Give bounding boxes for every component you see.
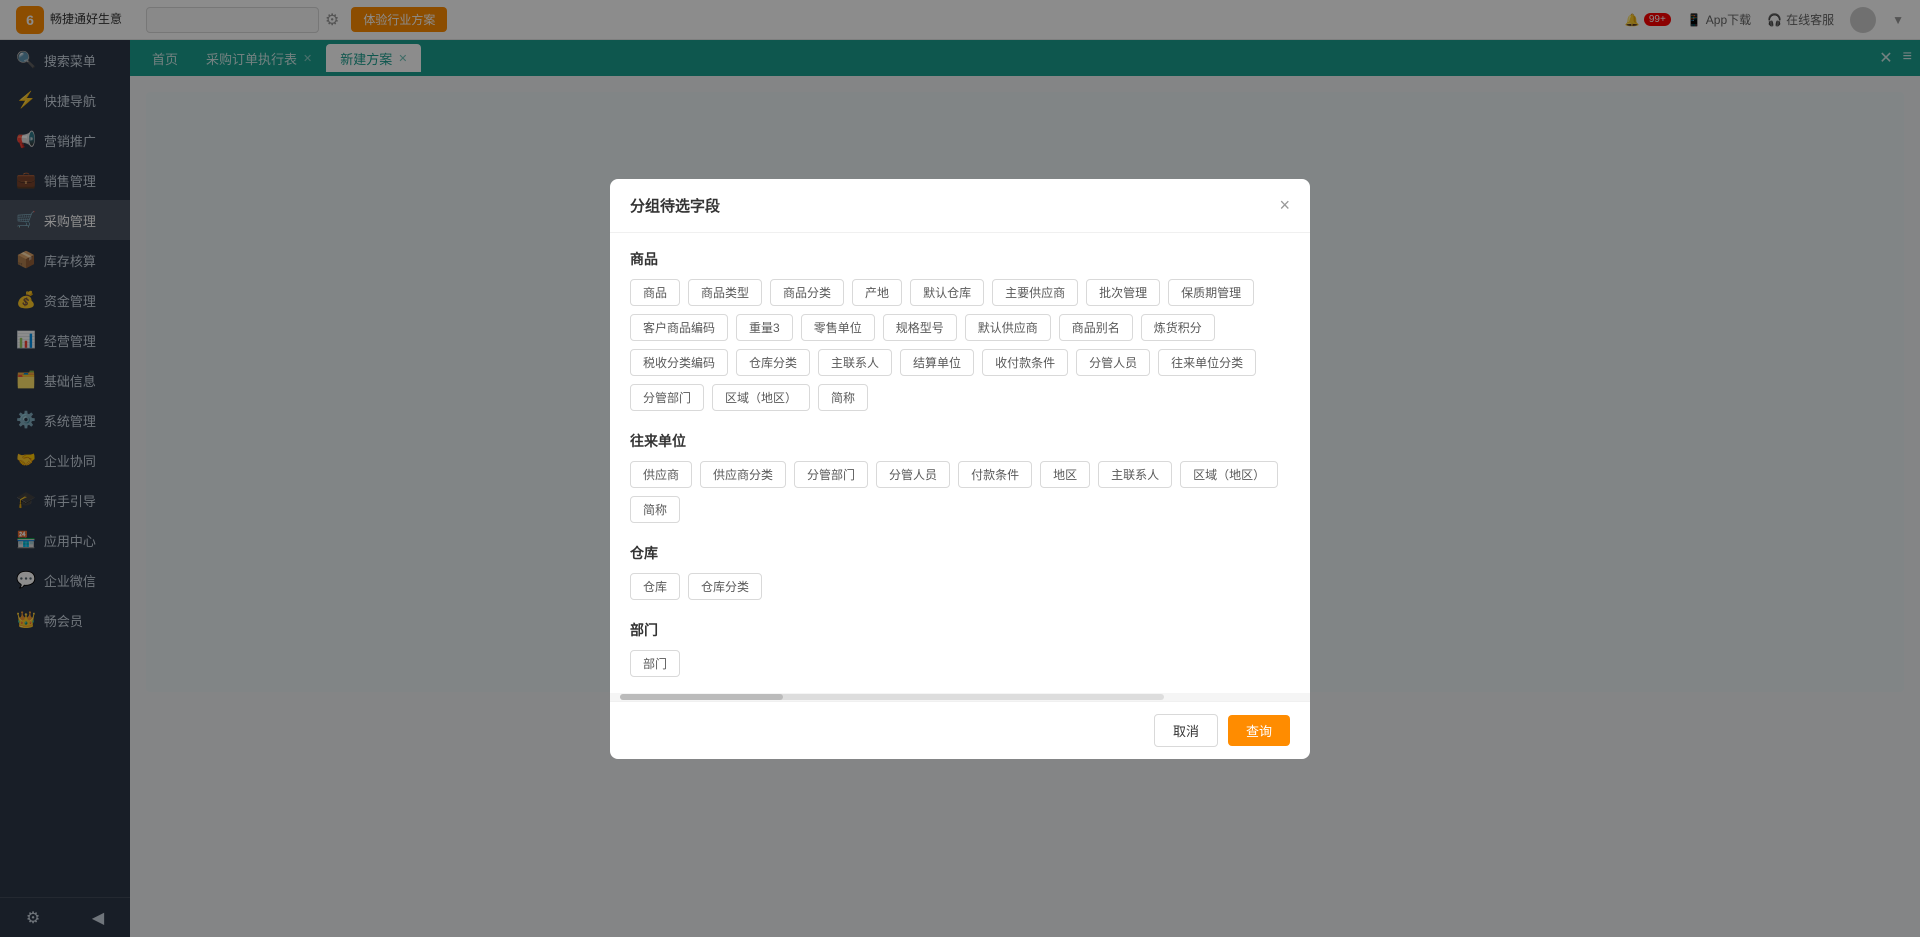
field-group-title-1: 往来单位	[630, 431, 1290, 451]
field-tag-3-0[interactable]: 部门	[630, 650, 680, 677]
modal-overlay: 分组待选字段 × 商品商品商品类型商品分类产地默认仓库主要供应商批次管理保质期管…	[0, 0, 1920, 937]
field-tag-0-6[interactable]: 批次管理	[1086, 279, 1160, 306]
field-tag-0-17[interactable]: 主联系人	[818, 349, 892, 376]
field-tag-1-4[interactable]: 付款条件	[958, 461, 1032, 488]
field-tag-0-10[interactable]: 零售单位	[801, 314, 875, 341]
field-tag-0-2[interactable]: 商品分类	[770, 279, 844, 306]
field-tag-1-2[interactable]: 分管部门	[794, 461, 868, 488]
field-tag-0-23[interactable]: 区域（地区）	[712, 384, 810, 411]
field-tag-0-0[interactable]: 商品	[630, 279, 680, 306]
field-tag-1-3[interactable]: 分管人员	[876, 461, 950, 488]
field-tag-1-5[interactable]: 地区	[1040, 461, 1090, 488]
modal-footer: 取消 查询	[610, 701, 1310, 759]
field-group-2: 仓库仓库仓库分类	[630, 543, 1290, 600]
field-tag-1-7[interactable]: 区域（地区）	[1180, 461, 1278, 488]
field-tag-0-18[interactable]: 结算单位	[900, 349, 974, 376]
modal-header: 分组待选字段 ×	[610, 179, 1310, 233]
field-group-1: 往来单位供应商供应商分类分管部门分管人员付款条件地区主联系人区域（地区） 简称	[630, 431, 1290, 523]
field-group-title-3: 部门	[630, 620, 1290, 640]
modal-body: 商品商品商品类型商品分类产地默认仓库主要供应商批次管理保质期管理客户商品编码重量…	[610, 233, 1310, 693]
field-tag-0-12[interactable]: 默认供应商	[965, 314, 1051, 341]
field-tag-1-0[interactable]: 供应商	[630, 461, 692, 488]
cancel-button[interactable]: 取消	[1154, 714, 1218, 747]
field-tag-1-1[interactable]: 供应商分类	[700, 461, 786, 488]
modal-close-button[interactable]: ×	[1279, 196, 1290, 214]
field-tag-1-8[interactable]: 简称	[630, 496, 680, 523]
field-tag-0-3[interactable]: 产地	[852, 279, 902, 306]
field-tag-2-1[interactable]: 仓库分类	[688, 573, 762, 600]
field-tag-0-16[interactable]: 仓库分类	[736, 349, 810, 376]
field-tags-0: 商品商品类型商品分类产地默认仓库主要供应商批次管理保质期管理客户商品编码重量3 零…	[630, 279, 1290, 411]
field-tag-0-11[interactable]: 规格型号	[883, 314, 957, 341]
field-tag-0-15[interactable]: 税收分类编码	[630, 349, 728, 376]
field-tag-0-4[interactable]: 默认仓库	[910, 279, 984, 306]
field-tag-2-0[interactable]: 仓库	[630, 573, 680, 600]
field-tags-3: 部门	[630, 650, 1290, 677]
field-tag-0-24[interactable]: 简称	[818, 384, 868, 411]
field-group-0: 商品商品商品类型商品分类产地默认仓库主要供应商批次管理保质期管理客户商品编码重量…	[630, 249, 1290, 411]
field-tag-0-1[interactable]: 商品类型	[688, 279, 762, 306]
field-tag-0-19[interactable]: 收付款条件	[982, 349, 1068, 376]
modal-title: 分组待选字段	[630, 195, 720, 216]
field-group-title-2: 仓库	[630, 543, 1290, 563]
field-select-modal: 分组待选字段 × 商品商品商品类型商品分类产地默认仓库主要供应商批次管理保质期管…	[610, 179, 1310, 759]
field-tag-0-7[interactable]: 保质期管理	[1168, 279, 1254, 306]
field-tags-2: 仓库仓库分类	[630, 573, 1290, 600]
field-tag-1-6[interactable]: 主联系人	[1098, 461, 1172, 488]
field-tag-0-13[interactable]: 商品别名	[1059, 314, 1133, 341]
field-tags-1: 供应商供应商分类分管部门分管人员付款条件地区主联系人区域（地区） 简称	[630, 461, 1290, 523]
field-tag-0-21[interactable]: 往来单位分类	[1158, 349, 1256, 376]
confirm-button[interactable]: 查询	[1228, 715, 1290, 746]
field-tag-0-8[interactable]: 客户商品编码	[630, 314, 728, 341]
field-tag-0-22[interactable]: 分管部门	[630, 384, 704, 411]
field-tag-0-20[interactable]: 分管人员	[1076, 349, 1150, 376]
field-group-3: 部门部门	[630, 620, 1290, 677]
field-tag-0-9[interactable]: 重量3	[736, 314, 793, 341]
field-tag-0-14[interactable]: 炼货积分	[1141, 314, 1215, 341]
field-tag-0-5[interactable]: 主要供应商	[992, 279, 1078, 306]
field-group-title-0: 商品	[630, 249, 1290, 269]
